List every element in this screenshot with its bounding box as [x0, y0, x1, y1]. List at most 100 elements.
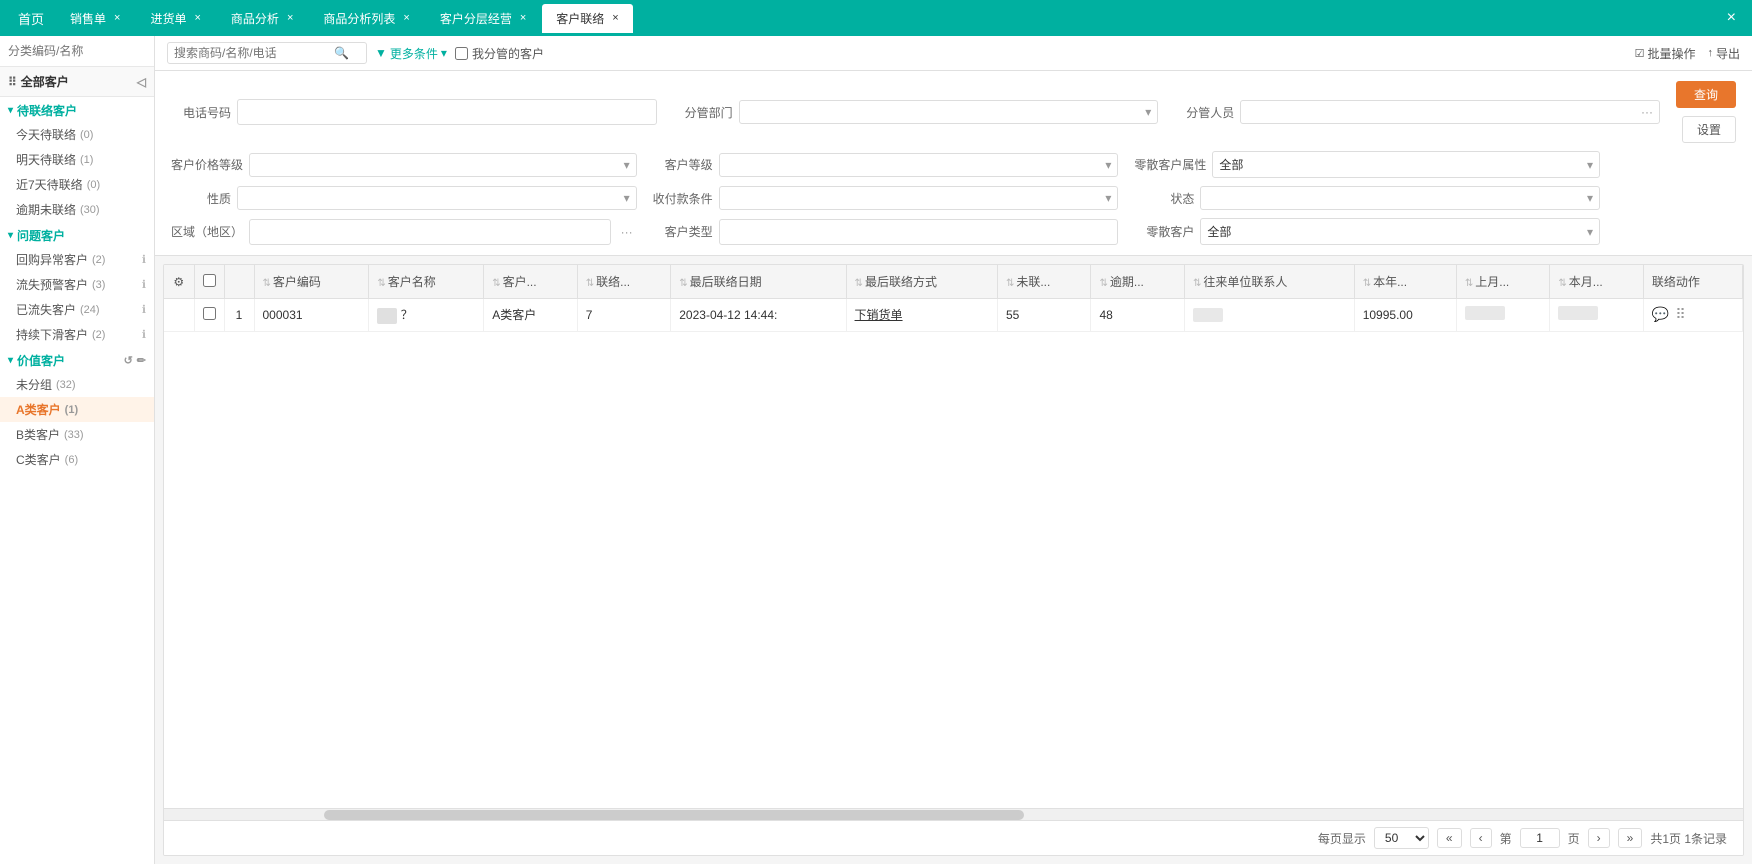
th-this-month[interactable]: ⇅本月...: [1550, 265, 1644, 299]
td-last-method[interactable]: 下销货单: [846, 299, 997, 332]
query-button[interactable]: 查询: [1676, 81, 1736, 108]
td-no-contact: 55: [997, 299, 1091, 332]
tab-analysis[interactable]: 商品分析 ×: [217, 4, 307, 33]
tab-analysis-list-close[interactable]: ×: [403, 12, 409, 24]
th-last-month[interactable]: ⇅上月...: [1456, 265, 1550, 299]
next-page-btn[interactable]: ›: [1588, 828, 1610, 848]
td-num: 1: [224, 299, 254, 332]
batch-operation-btn[interactable]: ☑ 批量操作: [1635, 45, 1696, 62]
th-settings[interactable]: ⚙: [164, 265, 194, 299]
export-btn[interactable]: ↑ 导出: [1707, 45, 1740, 62]
search-input-wrap: 🔍: [167, 42, 367, 64]
sidebar-item-churned[interactable]: 已流失客户 (24) ℹ: [0, 297, 154, 322]
th-unit-contact[interactable]: ⇅往来单位联系人: [1185, 265, 1355, 299]
filter-retail-attr-select[interactable]: 全部 ▾: [1212, 151, 1600, 178]
unit-contact-avatar: [1193, 308, 1223, 322]
tab-purchase-close[interactable]: ×: [194, 12, 200, 24]
share-icon[interactable]: ⠿: [1675, 306, 1685, 323]
problem-customer-group[interactable]: ▾ 问题客户: [0, 222, 154, 247]
name-avatar: [377, 308, 397, 324]
collapse-sidebar-btn[interactable]: ◁: [137, 75, 146, 89]
sidebar-search-input[interactable]: [8, 44, 155, 58]
info-icon-1: ℹ: [142, 253, 146, 266]
sidebar-item-abnormal-repurchase[interactable]: 回购异常客户 (2) ℹ: [0, 247, 154, 272]
tab-customer-contact[interactable]: 客户联络 ×: [542, 4, 632, 33]
td-name: ？: [369, 299, 484, 332]
th-overdue[interactable]: ⇅逾期...: [1091, 265, 1185, 299]
sidebar-item-today-contact[interactable]: 今天待联络 (0): [0, 122, 154, 147]
td-type: A类客户: [484, 299, 578, 332]
filter-retail-select[interactable]: 全部 ▾: [1200, 218, 1600, 245]
th-customer-type[interactable]: ⇅客户...: [484, 265, 578, 299]
more-filter-btn[interactable]: ▼ 更多条件 ▾: [375, 45, 447, 62]
filter-payment-select[interactable]: ▾: [719, 186, 1119, 210]
first-page-btn[interactable]: «: [1437, 828, 1462, 848]
nav-home[interactable]: 首页: [8, 3, 54, 34]
tab-customer-contact-close[interactable]: ×: [612, 12, 618, 24]
refresh-icon[interactable]: ↺: [124, 354, 133, 367]
select-all-checkbox[interactable]: [203, 274, 216, 287]
horizontal-scrollbar-thumb[interactable]: [324, 810, 1024, 820]
sidebar-item-churn-warning[interactable]: 流失预警客户 (3) ℹ: [0, 272, 154, 297]
row-checkbox[interactable]: [203, 307, 216, 320]
my-customer-checkbox-wrap[interactable]: 我分管的客户: [455, 45, 544, 62]
filter-nature-select[interactable]: ▾: [237, 186, 637, 210]
sidebar-item-overdue-contact[interactable]: 逾期未联络 (30): [0, 197, 154, 222]
nature-arrow-icon: ▾: [624, 191, 630, 205]
tab-sales-close[interactable]: ×: [114, 12, 120, 24]
sidebar-item-unclassified[interactable]: 未分组 (32): [0, 372, 154, 397]
th-last-contact-date[interactable]: ⇅最后联络日期: [671, 265, 846, 299]
th-this-year[interactable]: ⇅本年...: [1354, 265, 1456, 299]
filter-status-select[interactable]: ▾: [1200, 186, 1600, 210]
filter-phone-input[interactable]: [237, 99, 657, 125]
chat-icon[interactable]: 💬: [1652, 306, 1669, 323]
sidebar-item-a-class[interactable]: A类客户 (1): [0, 397, 154, 422]
page-input[interactable]: [1520, 828, 1560, 848]
sidebar-item-declining[interactable]: 持续下滑客户 (2) ℹ: [0, 322, 154, 347]
th-contact[interactable]: ⇅联络...: [577, 265, 671, 299]
my-customer-checkbox[interactable]: [455, 47, 468, 60]
main-layout: 🔍 ⠿ 全部客户 ◁ ▾ 待联络客户 今天待联络 (0) 明天待联络 (1) 近…: [0, 36, 1752, 864]
filter-region-input[interactable]: [249, 219, 611, 245]
last-page-btn[interactable]: »: [1618, 828, 1643, 848]
table-scroll-wrap[interactable]: ⚙ ⇅客户编码 ⇅客户名称 ⇅客户... ⇅联络... ⇅最后联络日期 ⇅最后: [164, 265, 1743, 808]
tab-sales[interactable]: 销售单 ×: [56, 4, 134, 33]
close-app-button[interactable]: ×: [1719, 5, 1744, 31]
tab-purchase[interactable]: 进货单 ×: [136, 4, 214, 33]
filter-panel: 电话号码 分管部门 ▾ 分管人员 ···: [155, 71, 1752, 256]
table-row: 1 000031 ？ A类客户 7 2023-04-12 14:44: 下销货单…: [164, 299, 1743, 332]
filter-person-select[interactable]: ···: [1240, 100, 1660, 124]
th-no-contact[interactable]: ⇅未联...: [997, 265, 1091, 299]
search-icon[interactable]: 🔍: [334, 46, 349, 60]
setting-button[interactable]: 设置: [1682, 116, 1736, 143]
region-dots-btn[interactable]: ···: [617, 225, 637, 239]
filter-dept-select[interactable]: ▾: [739, 100, 1159, 124]
tab-customer-seg[interactable]: 客户分层经营 ×: [426, 4, 540, 33]
sidebar-item-tomorrow-contact[interactable]: 明天待联络 (1): [0, 147, 154, 172]
filter-price-level-select[interactable]: ▾: [249, 153, 637, 177]
filter-status: 状态 ▾: [1134, 186, 1600, 210]
search-input[interactable]: [174, 46, 334, 60]
value-arrow: ▾: [8, 355, 13, 366]
edit-icon[interactable]: ✏: [137, 354, 146, 367]
filter-person: 分管人员 ···: [1174, 100, 1660, 124]
tab-customer-seg-close[interactable]: ×: [520, 12, 526, 24]
th-customer-code[interactable]: ⇅客户编码: [254, 265, 369, 299]
all-customers-header[interactable]: ⠿ 全部客户 ◁: [0, 67, 154, 97]
tab-analysis-close[interactable]: ×: [287, 12, 293, 24]
filter-customer-type-input[interactable]: [719, 219, 1119, 245]
filter-nature: 性质 ▾: [171, 186, 637, 210]
pending-contact-group[interactable]: ▾ 待联络客户: [0, 97, 154, 122]
th-customer-name[interactable]: ⇅客户名称: [369, 265, 484, 299]
sidebar-item-7day-contact[interactable]: 近7天待联络 (0): [0, 172, 154, 197]
prev-page-btn[interactable]: ‹: [1470, 828, 1492, 848]
value-customer-group[interactable]: ▾ 价值客户 ↺ ✏: [0, 347, 154, 372]
page-size-select[interactable]: 50 100 200: [1374, 827, 1429, 849]
th-num: [224, 265, 254, 299]
sidebar-item-b-class[interactable]: B类客户 (33): [0, 422, 154, 447]
th-last-contact-method[interactable]: ⇅最后联络方式: [846, 265, 997, 299]
filter-customer-level-select[interactable]: ▾: [719, 153, 1119, 177]
retail-attr-arrow-icon: ▾: [1587, 158, 1593, 172]
sidebar-item-c-class[interactable]: C类客户 (6): [0, 447, 154, 472]
tab-analysis-list[interactable]: 商品分析列表 ×: [309, 4, 423, 33]
